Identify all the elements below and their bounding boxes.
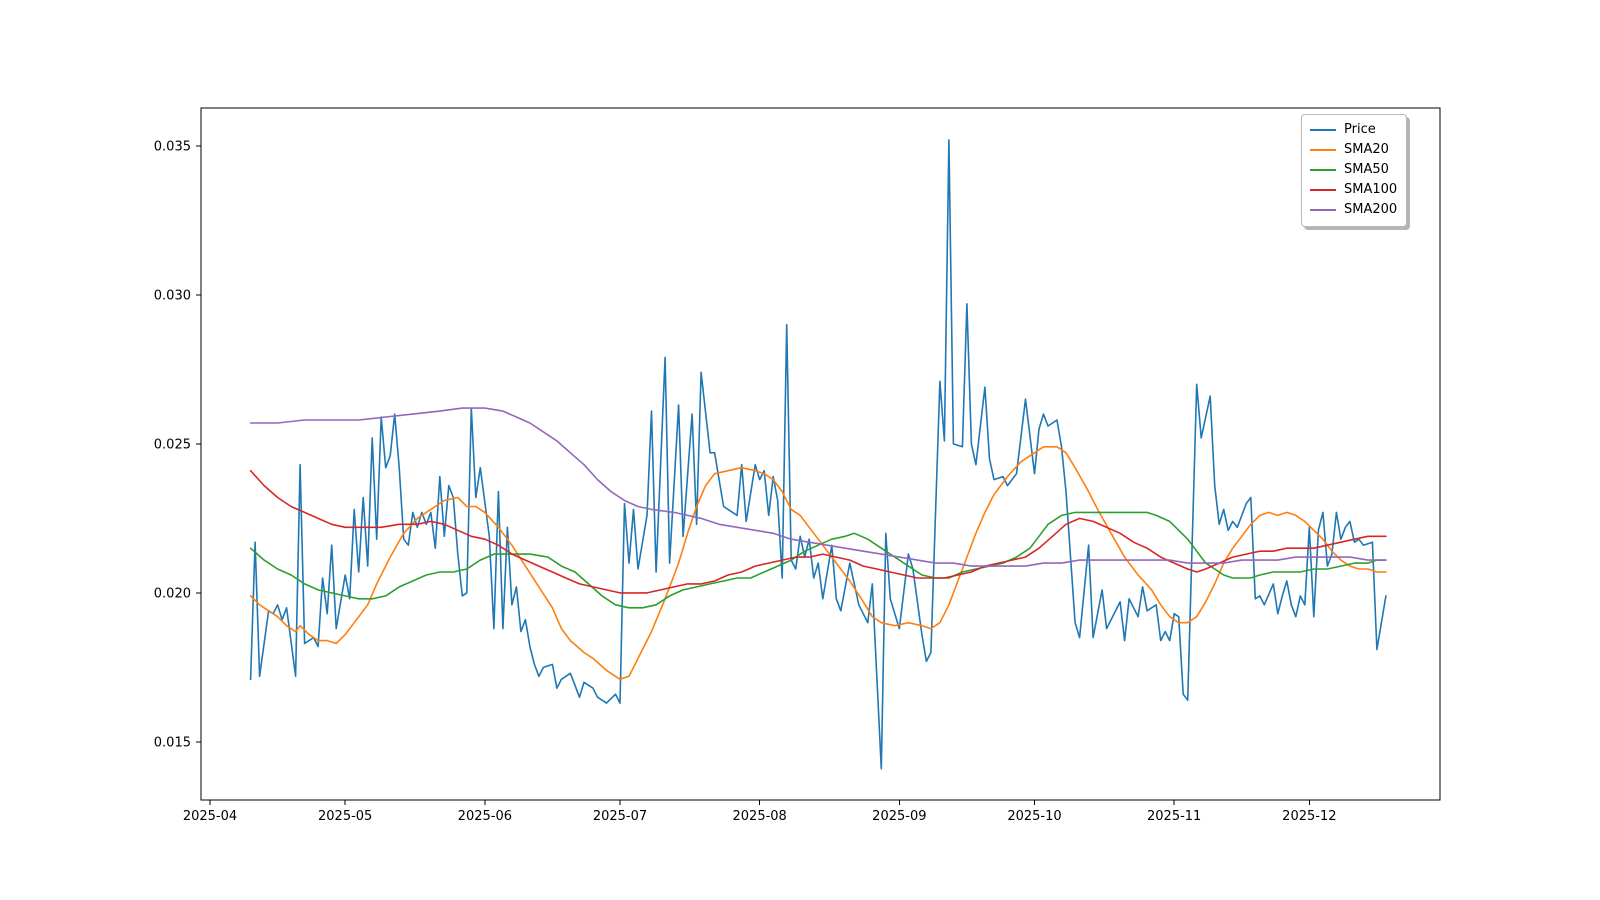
y-tick-label: 0.015 <box>154 735 191 750</box>
x-tick-label: 2025-07 <box>593 809 647 824</box>
legend-label: SMA50 <box>1344 162 1389 177</box>
legend-item-price: Price <box>1310 120 1398 140</box>
legend-line-sample-sma100 <box>1310 189 1336 191</box>
x-tick-label: 2025-05 <box>318 809 372 824</box>
legend-line-sample-price <box>1310 129 1336 131</box>
x-tick-label: 2025-08 <box>733 809 787 824</box>
legend-label: SMA20 <box>1344 142 1389 157</box>
series-line-sma50 <box>249 511 1387 609</box>
legend-item-sma100: SMA100 <box>1310 180 1398 200</box>
x-tick-label: 2025-06 <box>458 809 512 824</box>
legend-label: SMA100 <box>1344 182 1398 197</box>
y-tick-label: 0.030 <box>154 288 191 303</box>
chart-figure: 2025-04 2025-05 2025-06 2025-07 2025-08 2025-… <box>0 0 1600 900</box>
x-tick-label: 2025-11 <box>1147 809 1201 824</box>
legend-item-sma20: SMA20 <box>1310 140 1398 160</box>
axes-frame <box>200 107 1441 801</box>
x-tick-label: 2025-12 <box>1282 809 1336 824</box>
x-tick-label: 2025-04 <box>183 809 237 824</box>
legend-line-sample-sma200 <box>1310 209 1336 211</box>
legend-line-sample-sma50 <box>1310 169 1336 171</box>
legend-item-sma200: SMA200 <box>1310 200 1398 220</box>
x-tick-label: 2025-10 <box>1007 809 1061 824</box>
legend: Price SMA20 SMA50 SMA100 SMA200 <box>1301 114 1407 227</box>
y-tick-label: 0.035 <box>154 139 191 154</box>
x-tick-label: 2025-09 <box>872 809 926 824</box>
legend-label: SMA200 <box>1344 202 1398 217</box>
series-line-price <box>249 139 1387 770</box>
legend-line-sample-sma20 <box>1310 149 1336 151</box>
y-tick-label: 0.025 <box>154 437 191 452</box>
y-tick-label: 0.020 <box>154 586 191 601</box>
legend-label: Price <box>1344 122 1376 137</box>
legend-item-sma50: SMA50 <box>1310 160 1398 180</box>
